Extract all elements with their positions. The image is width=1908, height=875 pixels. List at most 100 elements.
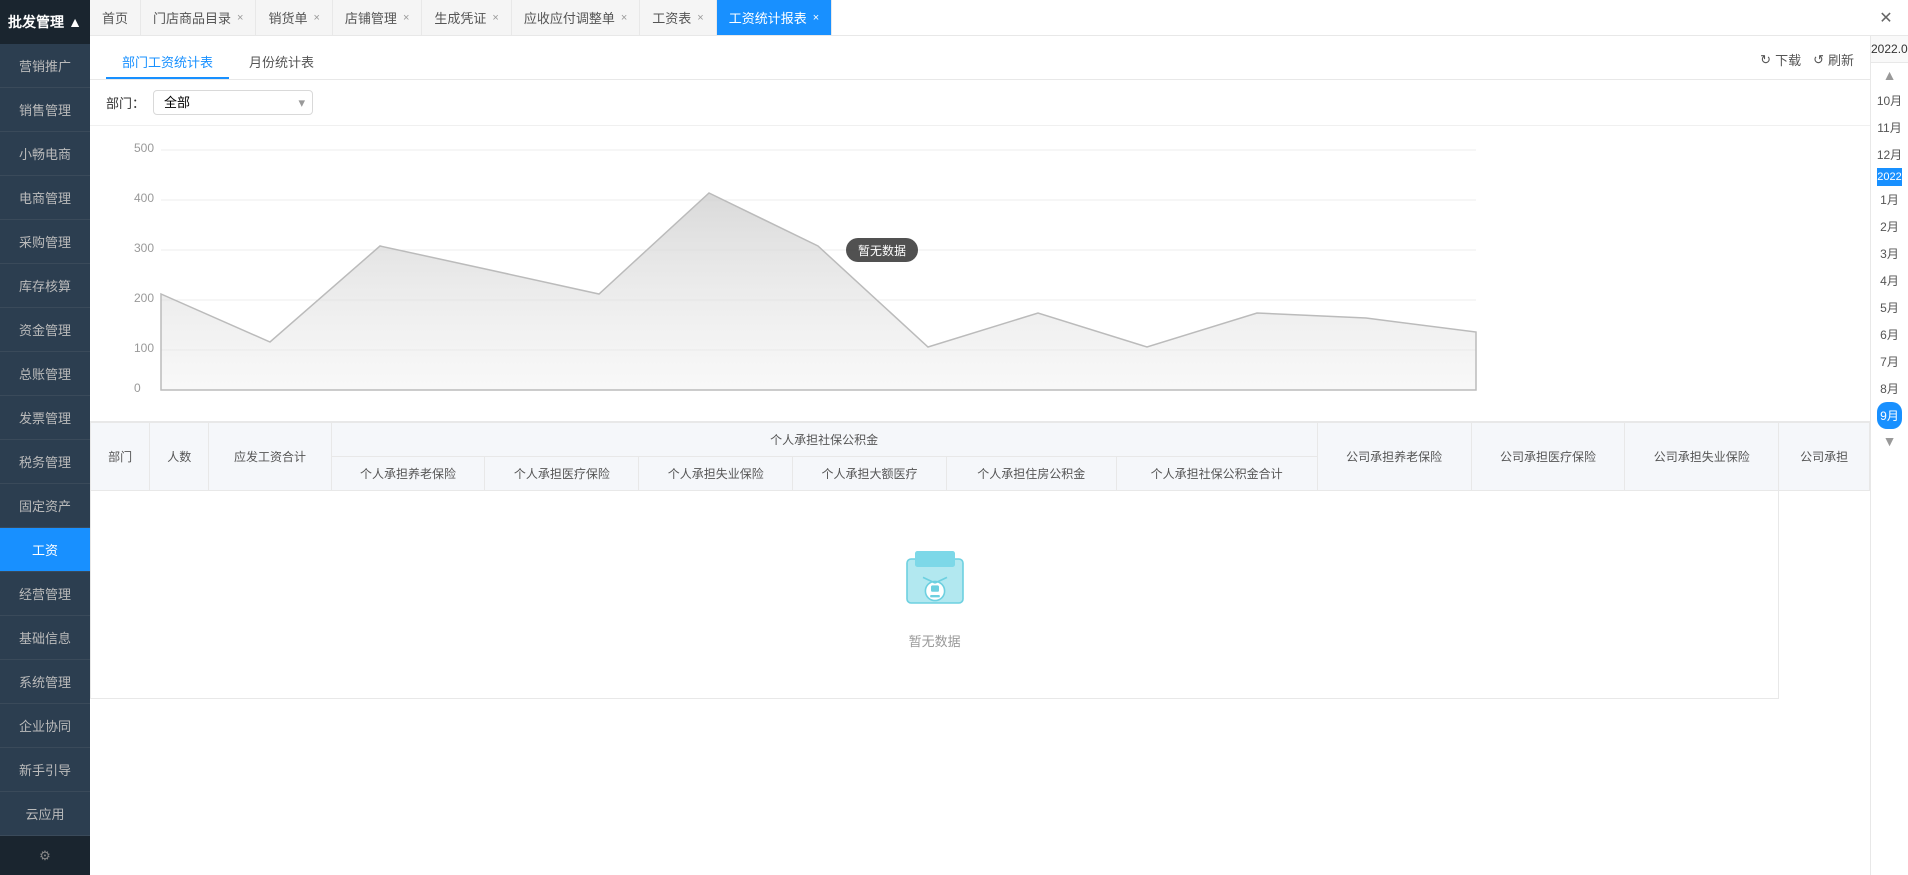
table-area: 部门 人数 应发工资合计 个人承担社保公积金 公司承担养老保险 公司承担医疗保险…: [90, 421, 1870, 875]
col-company-medical: 公司承担医疗保险: [1471, 423, 1625, 491]
sub-tab-部门工资统计表[interactable]: 部门工资统计表: [106, 46, 229, 79]
tab-close-销货单[interactable]: ×: [313, 12, 319, 24]
svg-text:500: 500: [134, 141, 154, 155]
line-chart: 500 400 300 200 100 0: [106, 142, 1486, 402]
download-icon: ↻: [1760, 52, 1771, 68]
chart-area: 500 400 300 200 100 0: [90, 126, 1870, 421]
sidebar-footer-settings[interactable]: ⚙: [0, 836, 90, 875]
download-button[interactable]: ↻ 下载: [1760, 50, 1801, 69]
month-item-1月[interactable]: 1月: [1877, 186, 1902, 213]
sidebar-item-采购管理[interactable]: 采购管理: [0, 220, 90, 264]
month-item-10月[interactable]: 10月: [1877, 87, 1902, 114]
year-label[interactable]: 2022.09: [1871, 36, 1908, 63]
sub-tab-月份统计表[interactable]: 月份统计表: [233, 46, 330, 79]
tab-生成凭证[interactable]: 生成凭证×: [422, 0, 511, 36]
settings-icon: ⚙: [39, 848, 51, 863]
col-department: 部门: [91, 423, 150, 491]
svg-text:400: 400: [134, 191, 154, 205]
tab-close-工资表[interactable]: ×: [697, 12, 703, 24]
sidebar-item-税务管理[interactable]: 税务管理: [0, 440, 90, 484]
svg-text:100: 100: [134, 341, 154, 355]
sidebar-item-总账管理[interactable]: 总账管理: [0, 352, 90, 396]
sidebar-header[interactable]: 批发管理 ▲: [0, 0, 90, 44]
empty-icon: [895, 539, 975, 619]
month-item-5月[interactable]: 5月: [1877, 294, 1902, 321]
tab-应收应付调整单[interactable]: 应收应付调整单×: [512, 0, 640, 36]
svg-text:暂无数据: 暂无数据: [858, 243, 906, 258]
month-item-9月[interactable]: 9月: [1877, 402, 1902, 429]
month-item-11月[interactable]: 11月: [1877, 114, 1902, 141]
tab-close-生成凭证[interactable]: ×: [492, 12, 498, 24]
sidebar-item-固定资产[interactable]: 固定资产: [0, 484, 90, 528]
sidebar-item-营销推广[interactable]: 营销推广: [0, 44, 90, 88]
refresh-icon: ↺: [1813, 52, 1824, 68]
department-select[interactable]: 全部: [153, 90, 313, 115]
month-item-6月[interactable]: 6月: [1877, 321, 1902, 348]
tab-工资统计报表[interactable]: 工资统计报表×: [717, 0, 832, 36]
month-item-3月[interactable]: 3月: [1877, 240, 1902, 267]
sidebar-title: 批发管理: [8, 12, 64, 32]
tab-工资表[interactable]: 工资表×: [640, 0, 716, 36]
scroll-up-arrow[interactable]: ▲: [1871, 63, 1908, 87]
sidebar-item-库存核算[interactable]: 库存核算: [0, 264, 90, 308]
col-total-wage: 应发工资合计: [209, 423, 331, 491]
tab-门店商品目录[interactable]: 门店商品目录×: [141, 0, 256, 36]
month-item-2月[interactable]: 2月: [1877, 213, 1902, 240]
sidebar-item-新手引导[interactable]: 新手引导: [0, 748, 90, 792]
month-item-12月[interactable]: 12月: [1877, 141, 1902, 168]
sub-tabs: 部门工资统计表月份统计表: [106, 46, 330, 79]
department-select-wrapper: 全部: [153, 90, 313, 115]
sidebar-item-小畅电商[interactable]: 小畅电商: [0, 132, 90, 176]
right-panel: 2022.09 ▲ 10月11月12月20221月2月3月4月5月6月7月8月9…: [1870, 36, 1908, 875]
col-personal-medical: 个人承担医疗保险: [485, 457, 639, 491]
sidebar-item-系统管理[interactable]: 系统管理: [0, 660, 90, 704]
tab-close-门店商品目录[interactable]: ×: [237, 12, 243, 24]
empty-state: 暂无数据: [101, 499, 1768, 690]
tab-bar-actions: ✕: [1872, 4, 1908, 32]
tab-close-店铺管理[interactable]: ×: [403, 12, 409, 24]
sidebar-item-销售管理[interactable]: 销售管理: [0, 88, 90, 132]
tab-店铺管理[interactable]: 店铺管理×: [333, 0, 422, 36]
sidebar-item-发票管理[interactable]: 发票管理: [0, 396, 90, 440]
col-company-pension: 公司承担养老保险: [1317, 423, 1471, 491]
filter-label: 部门：: [106, 93, 145, 112]
content-main: 部门工资统计表月份统计表 ↻ 下载 ↺ 刷新 部门： 全: [90, 36, 1870, 875]
empty-text: 暂无数据: [909, 631, 961, 650]
sidebar-item-经营管理[interactable]: 经营管理: [0, 572, 90, 616]
col-personal-insurance-group: 个人承担社保公积金: [331, 423, 1317, 457]
sidebar-item-云应用[interactable]: 云应用: [0, 792, 90, 836]
col-company-unemployment: 公司承担失业保险: [1625, 423, 1779, 491]
main-area: 首页门店商品目录×销货单×店铺管理×生成凭证×应收应付调整单×工资表×工资统计报…: [90, 0, 1908, 875]
empty-row: 暂无数据: [91, 491, 1779, 699]
chevron-up-icon: ▲: [68, 14, 82, 30]
col-personal-pension: 个人承担养老保险: [331, 457, 485, 491]
col-personal-housing: 个人承担住房公积金: [946, 457, 1116, 491]
sidebar-item-基础信息[interactable]: 基础信息: [0, 616, 90, 660]
sidebar-item-资金管理[interactable]: 资金管理: [0, 308, 90, 352]
tab-bar: 首页门店商品目录×销货单×店铺管理×生成凭证×应收应付调整单×工资表×工资统计报…: [90, 0, 1908, 36]
data-table: 部门 人数 应发工资合计 个人承担社保公积金 公司承担养老保险 公司承担医疗保险…: [90, 422, 1870, 699]
year-marker-2022: 2022: [1877, 168, 1902, 186]
download-label: 下载: [1775, 50, 1801, 69]
month-item-8月[interactable]: 8月: [1877, 375, 1902, 402]
toolbar-actions: ↻ 下载 ↺ 刷新: [1760, 50, 1854, 75]
svg-text:0: 0: [134, 381, 141, 395]
month-item-7月[interactable]: 7月: [1877, 348, 1902, 375]
sidebar-item-电商管理[interactable]: 电商管理: [0, 176, 90, 220]
col-personal-total: 个人承担社保公积金合计: [1116, 457, 1317, 491]
month-item-4月[interactable]: 4月: [1877, 267, 1902, 294]
sidebar: 批发管理 ▲ 营销推广销售管理小畅电商电商管理采购管理库存核算资金管理总账管理发…: [0, 0, 90, 875]
tab-close-工资统计报表[interactable]: ×: [813, 12, 819, 24]
svg-text:300: 300: [134, 241, 154, 255]
tab-close-应收应付调整单[interactable]: ×: [621, 12, 627, 24]
svg-text:200: 200: [134, 291, 154, 305]
sub-tab-bar: 部门工资统计表月份统计表 ↻ 下载 ↺ 刷新: [90, 36, 1870, 80]
close-all-button[interactable]: ✕: [1872, 4, 1900, 32]
tab-首页[interactable]: 首页: [90, 0, 141, 36]
scroll-down-arrow[interactable]: ▼: [1871, 429, 1908, 453]
tab-销货单[interactable]: 销货单×: [256, 0, 332, 36]
col-personal-unemployment: 个人承担失业保险: [639, 457, 793, 491]
refresh-button[interactable]: ↺ 刷新: [1813, 50, 1854, 69]
sidebar-item-工资[interactable]: 工资: [0, 528, 90, 572]
sidebar-item-企业协同[interactable]: 企业协同: [0, 704, 90, 748]
